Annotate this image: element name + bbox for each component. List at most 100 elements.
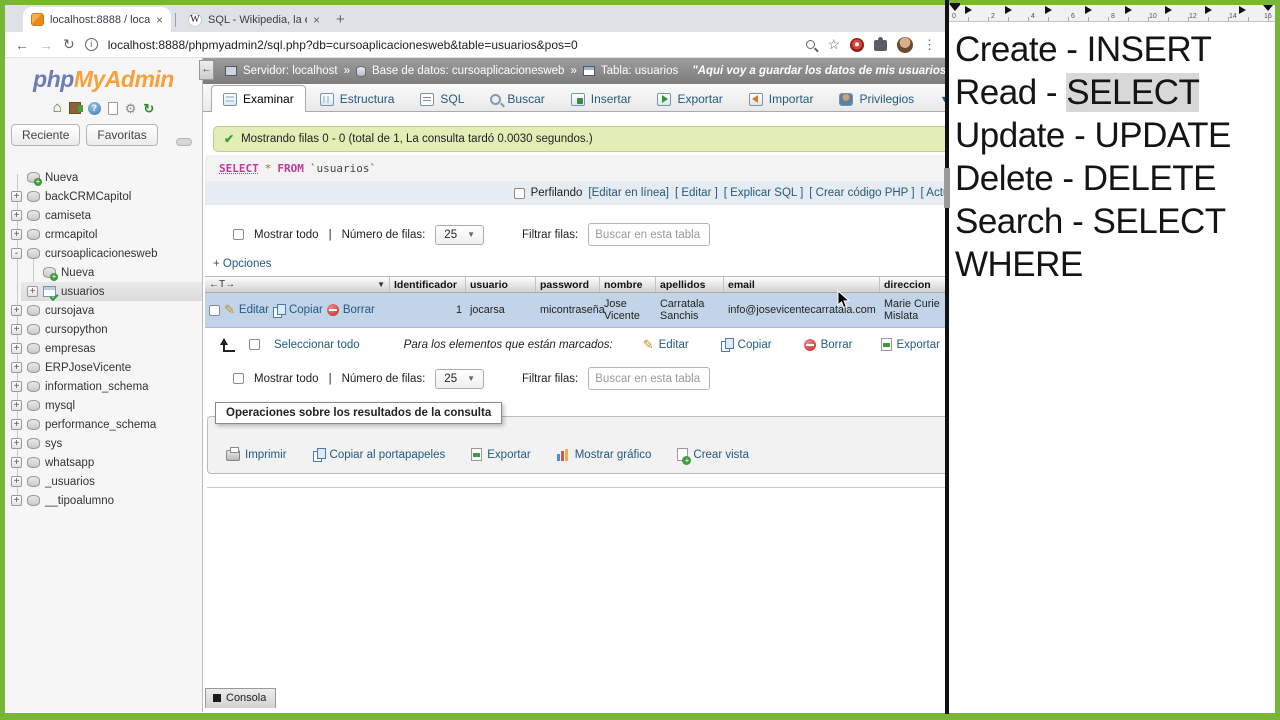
profile-avatar[interactable] — [897, 36, 913, 53]
column-header-usuario[interactable]: usuario — [466, 277, 536, 292]
scrollbar-thumb[interactable] — [944, 168, 950, 208]
sort-desc-icon[interactable]: ▼ — [377, 280, 385, 289]
expand-icon[interactable]: + — [11, 229, 22, 240]
edit-inline-link[interactable]: [Editar en línea] — [588, 187, 669, 199]
tree-item-new-table[interactable]: Nueva — [21, 263, 202, 282]
tab-stop-icon[interactable] — [1005, 6, 1016, 14]
tree-item-sys[interactable]: + sys — [5, 434, 202, 453]
tab-stop-icon[interactable] — [1239, 6, 1250, 14]
tree-item-tipoalumno[interactable]: + __tipoalumno — [5, 491, 202, 510]
column-reorder-icon[interactable]: ←T→ — [209, 279, 235, 290]
tab-stop-icon[interactable] — [1085, 6, 1096, 14]
browser-tab-wikipedia[interactable]: W SQL - Wikipedia, la enciclopedi × — [180, 7, 328, 32]
tab-stop-icon[interactable] — [1045, 6, 1056, 14]
tree-item-camiseta[interactable]: + camiseta — [5, 206, 202, 225]
expand-icon[interactable]: + — [11, 191, 22, 202]
zoom-icon[interactable] — [806, 40, 816, 49]
bulk-copy[interactable]: Copiar — [720, 338, 772, 352]
print-action[interactable]: Imprimir — [226, 446, 287, 461]
bulk-delete[interactable]: Borrar — [803, 338, 853, 351]
expand-icon[interactable]: + — [11, 495, 22, 506]
show-chart-action[interactable]: Mostrar gráfico — [556, 449, 651, 461]
row-delete-link[interactable]: Borrar — [343, 304, 375, 316]
tab-stop-icon[interactable] — [1205, 6, 1216, 14]
collapse-icon[interactable]: - — [11, 248, 22, 259]
reload-icon[interactable]: ↻ — [63, 36, 75, 53]
options-link[interactable]: + Opciones — [213, 258, 990, 270]
tree-item-erpjosevicente[interactable]: + ERPJoseVicente — [5, 358, 202, 377]
refresh-icon[interactable]: ↻ — [143, 102, 154, 115]
expand-icon[interactable]: + — [11, 400, 22, 411]
breadcrumb-server-link[interactable]: Servidor: localhost — [243, 65, 338, 77]
tree-item-mysql[interactable]: + mysql — [5, 396, 202, 415]
tree-item-usuarios-db[interactable]: + _usuarios — [5, 472, 202, 491]
select-all-link[interactable]: Seleccionar todo — [274, 339, 360, 351]
expand-icon[interactable]: + — [11, 419, 22, 430]
recent-button[interactable]: Reciente — [11, 124, 81, 146]
browser-tab-phpmyadmin[interactable]: localhost:8888 / localhost / cu × — [23, 7, 171, 32]
create-php-link[interactable]: [ Crear código PHP ] — [809, 187, 914, 199]
close-tab-icon[interactable]: × — [156, 14, 163, 26]
tab-importar[interactable]: Importar — [737, 86, 826, 111]
edit-link[interactable]: [ Editar ] — [675, 187, 718, 199]
tab-estructura[interactable]: Estructura — [308, 86, 407, 111]
tab-insertar[interactable]: Insertar — [559, 86, 644, 111]
new-tab-button[interactable]: + — [336, 11, 345, 28]
expand-icon[interactable]: + — [11, 343, 22, 354]
select-all-checkbox[interactable] — [249, 339, 260, 350]
settings-gear-icon[interactable]: ⚙ — [125, 102, 137, 115]
tree-item-empresas[interactable]: + empresas — [5, 339, 202, 358]
row-checkbox[interactable] — [209, 304, 220, 316]
tree-item-whatsapp[interactable]: + whatsapp — [5, 453, 202, 472]
tree-item-backcrmcapitol[interactable]: + backCRMCapitol — [5, 187, 202, 206]
extension-icon[interactable] — [850, 37, 864, 52]
tree-item-cursopython[interactable]: + cursopython — [5, 320, 202, 339]
tree-item-cursojava[interactable]: + cursojava — [5, 301, 202, 320]
column-header-email[interactable]: email — [724, 277, 880, 292]
column-header-apellidos[interactable]: apellidos — [656, 277, 724, 292]
help-icon[interactable]: ? — [87, 101, 101, 115]
expand-icon[interactable]: + — [11, 324, 22, 335]
collapse-all-icon[interactable] — [176, 138, 192, 146]
num-rows-select[interactable]: 25 ▼ — [435, 368, 485, 389]
page-info-icon[interactable]: i — [84, 38, 98, 51]
num-rows-select[interactable]: 25 ▼ — [435, 224, 485, 245]
bookmark-star-icon[interactable]: ☆ — [827, 36, 840, 53]
url-input[interactable]: localhost:8888/phpmyadmin2/sql.php?db=cu… — [108, 38, 797, 52]
forward-icon[interactable]: → — [39, 37, 53, 53]
filter-rows-input[interactable] — [588, 223, 711, 246]
tab-sql[interactable]: SQL — [408, 86, 476, 111]
export-action[interactable]: Exportar — [471, 448, 531, 461]
column-header-password[interactable]: password — [536, 277, 600, 292]
profiling-checkbox[interactable] — [513, 187, 525, 199]
tab-examinar[interactable]: Examinar — [211, 85, 306, 112]
breadcrumb-database-link[interactable]: Base de datos: cursoaplicacionesweb — [372, 65, 564, 77]
close-tab-icon[interactable]: × — [313, 14, 320, 26]
tree-item-crmcapitol[interactable]: + crmcapitol — [5, 225, 202, 244]
explain-sql-link[interactable]: [ Explicar SQL ] — [724, 187, 803, 199]
bulk-edit[interactable]: ✎ Editar — [643, 338, 689, 351]
row-edit-link[interactable]: Editar — [239, 304, 269, 316]
extensions-puzzle-icon[interactable] — [874, 37, 887, 51]
tree-item-cursoaplicacionesweb[interactable]: - cursoaplicacionesweb — [5, 244, 202, 263]
column-header-direccion[interactable]: direccion — [880, 277, 946, 292]
tab-stop-icon[interactable] — [965, 6, 976, 14]
tree-item-performance-schema[interactable]: + performance_schema — [5, 415, 202, 434]
expand-icon[interactable]: + — [27, 286, 38, 297]
bulk-export[interactable]: Exportar — [880, 338, 940, 351]
console-toggle[interactable]: Consola — [205, 688, 277, 708]
copy-clipboard-action[interactable]: Copiar al portapapeles — [312, 448, 445, 462]
home-icon[interactable]: ⌂ — [53, 100, 62, 115]
docs-icon[interactable] — [107, 101, 118, 115]
expand-icon[interactable]: + — [11, 476, 22, 487]
tab-buscar[interactable]: Buscar — [478, 86, 556, 111]
hide-navigation-button[interactable]: ← — [199, 60, 214, 80]
notes-text[interactable]: Create - INSERT Read - SELECT Update - U… — [949, 22, 1275, 286]
expand-icon[interactable]: + — [11, 457, 22, 468]
browser-menu-icon[interactable]: ⋮ — [923, 37, 936, 53]
back-icon[interactable]: ← — [15, 37, 29, 53]
tree-item-information-schema[interactable]: + information_schema — [5, 377, 202, 396]
tab-exportar[interactable]: Exportar — [645, 86, 734, 111]
expand-icon[interactable]: + — [11, 362, 22, 373]
tab-privilegios[interactable]: Privilegios — [827, 86, 926, 111]
